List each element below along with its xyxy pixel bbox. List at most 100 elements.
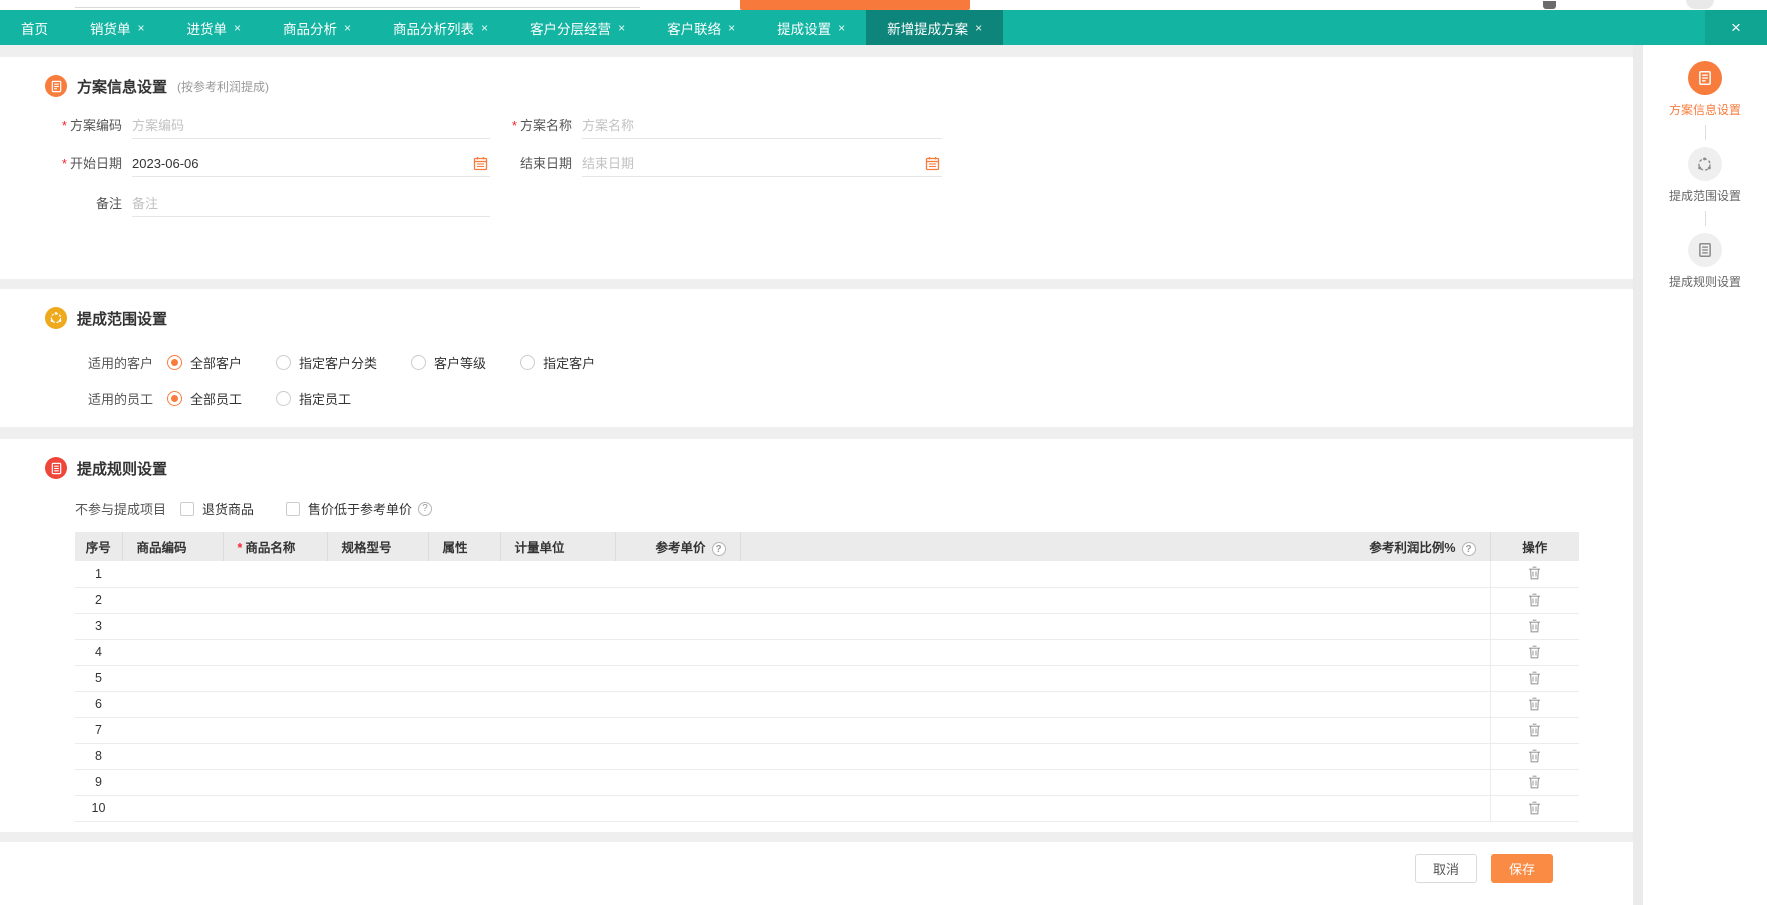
tab-item[interactable]: 销货单 × (69, 10, 166, 45)
table-cell[interactable] (428, 639, 500, 666)
radio-option[interactable]: 指定员工 (276, 389, 351, 408)
radio-icon[interactable] (276, 391, 292, 406)
table-cell[interactable] (428, 795, 500, 822)
table-cell[interactable] (327, 639, 428, 666)
table-cell[interactable] (615, 639, 740, 666)
delete-row-button[interactable] (1524, 564, 1545, 582)
scope-icon[interactable] (1687, 147, 1722, 181)
tab-close-icon[interactable]: × (344, 21, 351, 35)
radio-icon[interactable] (411, 355, 427, 370)
delete-row-button[interactable] (1524, 617, 1545, 635)
delete-row-button[interactable] (1524, 669, 1545, 687)
table-cell[interactable] (122, 639, 223, 666)
table-cell[interactable] (740, 587, 1490, 614)
table-cell[interactable] (122, 587, 223, 614)
delete-row-button[interactable] (1524, 799, 1545, 817)
table-cell[interactable] (223, 665, 327, 692)
remark-field[interactable] (132, 191, 490, 217)
table-cell[interactable] (740, 795, 1490, 822)
table-cell[interactable] (122, 561, 223, 588)
calendar-icon[interactable] (925, 156, 940, 171)
delete-row-button[interactable] (1524, 773, 1545, 791)
radio-icon[interactable] (167, 391, 183, 406)
table-cell[interactable] (223, 587, 327, 614)
table-cell[interactable] (615, 665, 740, 692)
table-cell[interactable] (740, 639, 1490, 666)
table-cell[interactable] (615, 769, 740, 796)
tab-item[interactable]: 首页 (0, 10, 69, 45)
tab-item[interactable]: 客户分层经营 × (509, 10, 646, 45)
tab-close-icon[interactable]: × (975, 21, 982, 35)
table-cell[interactable] (428, 561, 500, 588)
exclude-checkbox-option[interactable]: 退货商品 (180, 499, 254, 518)
table-cell[interactable] (740, 691, 1490, 718)
table-cell[interactable] (500, 691, 615, 718)
table-cell[interactable] (223, 561, 327, 588)
plan-name-field[interactable] (582, 113, 942, 139)
tab-close-icon[interactable]: × (728, 21, 735, 35)
help-icon[interactable]: ? (711, 542, 726, 557)
delete-row-button[interactable] (1524, 695, 1545, 713)
table-cell[interactable] (500, 561, 615, 588)
anchor-label[interactable]: 方案信息设置 (1669, 101, 1741, 118)
radio-option[interactable]: 指定客户 (520, 353, 595, 372)
tab-item[interactable]: 新增提成方案 × (866, 10, 1004, 45)
tab-item[interactable]: 提成设置 × (756, 10, 866, 45)
anchor-item[interactable]: 提成范围设置 (1669, 147, 1741, 204)
table-cell[interactable] (615, 561, 740, 588)
table-cell[interactable] (122, 691, 223, 718)
plan-code-field[interactable] (132, 113, 490, 139)
table-cell[interactable] (122, 769, 223, 796)
table-cell[interactable] (740, 717, 1490, 744)
radio-option[interactable]: 客户等级 (411, 353, 486, 372)
table-cell[interactable] (327, 665, 428, 692)
table-cell[interactable] (615, 717, 740, 744)
table-cell[interactable] (223, 613, 327, 640)
table-cell[interactable] (327, 769, 428, 796)
table-cell[interactable] (615, 795, 740, 822)
remark-input[interactable] (132, 191, 490, 216)
table-cell[interactable] (500, 795, 615, 822)
radio-option[interactable]: 全部员工 (167, 389, 242, 408)
end-date-input[interactable] (582, 151, 942, 176)
delete-row-button[interactable] (1524, 721, 1545, 739)
table-cell[interactable] (223, 795, 327, 822)
table-cell[interactable] (428, 769, 500, 796)
table-cell[interactable] (615, 691, 740, 718)
table-cell[interactable] (740, 769, 1490, 796)
table-cell[interactable] (327, 587, 428, 614)
partial-orange-button[interactable] (740, 0, 970, 10)
radio-icon[interactable] (276, 355, 292, 370)
anchor-label[interactable]: 提成范围设置 (1669, 187, 1741, 204)
cancel-button[interactable]: 取消 (1415, 853, 1477, 883)
table-cell[interactable] (122, 717, 223, 744)
anchor-label[interactable]: 提成规则设置 (1669, 273, 1741, 290)
table-cell[interactable] (740, 665, 1490, 692)
start-date-field[interactable] (132, 151, 490, 177)
radio-icon[interactable] (520, 355, 536, 370)
start-date-input[interactable] (132, 151, 490, 176)
table-cell[interactable] (223, 639, 327, 666)
delete-row-button[interactable] (1524, 591, 1545, 609)
table-cell[interactable] (428, 691, 500, 718)
tab-close-icon[interactable]: × (838, 21, 845, 35)
table-cell[interactable] (615, 587, 740, 614)
table-cell[interactable] (428, 717, 500, 744)
tab-close-icon[interactable]: × (618, 21, 625, 35)
table-cell[interactable] (428, 743, 500, 770)
vertical-scrollbar[interactable] (1633, 45, 1643, 905)
table-cell[interactable] (500, 717, 615, 744)
checkbox-icon[interactable] (180, 501, 195, 516)
tab-item[interactable]: 进货单 × (166, 10, 263, 45)
table-cell[interactable] (740, 561, 1490, 588)
delete-row-button[interactable] (1524, 643, 1545, 661)
table-cell[interactable] (223, 743, 327, 770)
help-icon[interactable]: ? (418, 501, 433, 516)
rules-icon[interactable] (1687, 233, 1722, 267)
table-cell[interactable] (500, 743, 615, 770)
table-cell[interactable] (740, 613, 1490, 640)
table-cell[interactable] (428, 587, 500, 614)
table-cell[interactable] (327, 717, 428, 744)
close-all-tabs-button[interactable]: × (1705, 10, 1767, 45)
tab-item[interactable]: 商品分析列表 × (372, 10, 509, 45)
